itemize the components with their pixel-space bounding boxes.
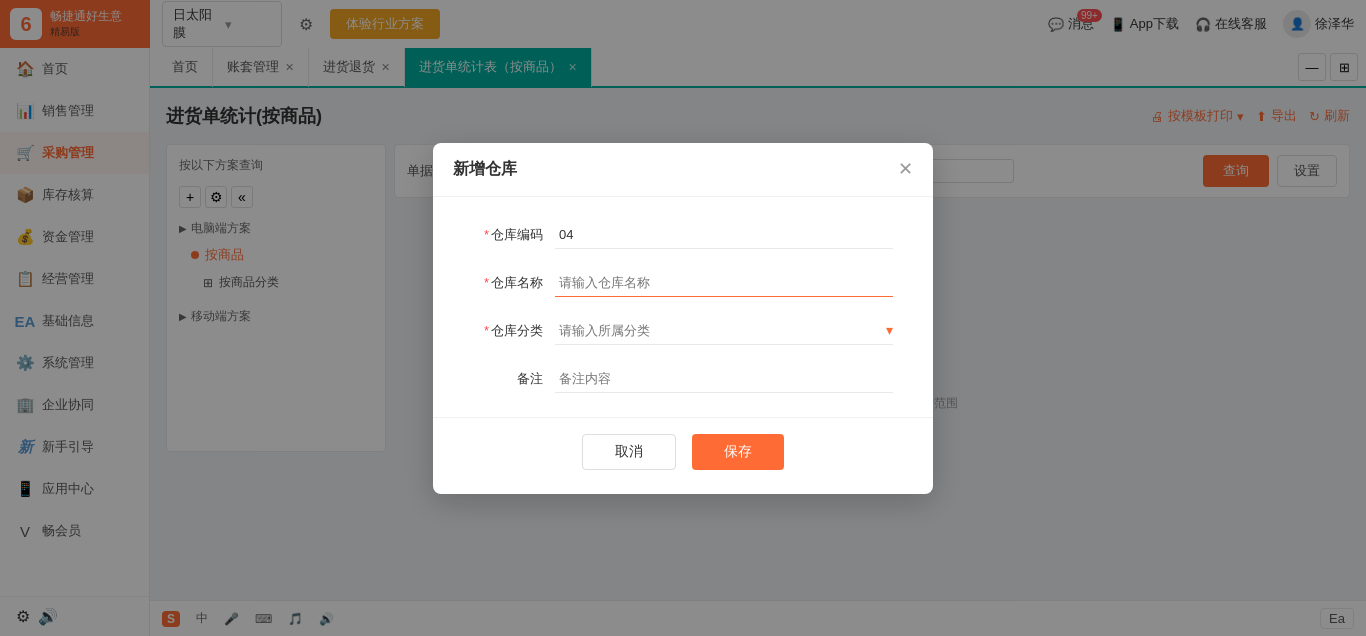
form-label-remark: 备注 [473,370,543,388]
modal-header: 新增仓库 ✕ [433,143,933,197]
form-input-remark[interactable] [555,365,893,393]
form-label-name: 仓库名称 [473,274,543,292]
save-button[interactable]: 保存 [692,434,784,470]
form-select-category[interactable]: ▾ [555,317,893,345]
form-input-category[interactable] [555,317,886,344]
form-label-category: 仓库分类 [473,322,543,340]
dropdown-arrow-icon[interactable]: ▾ [886,322,893,338]
form-input-code[interactable] [555,221,893,249]
modal-close-button[interactable]: ✕ [898,160,913,178]
modal-overlay: 新增仓库 ✕ 仓库编码 仓库名称 仓库分类 ▾ [0,0,1366,636]
modal-add-warehouse: 新增仓库 ✕ 仓库编码 仓库名称 仓库分类 ▾ [433,143,933,494]
form-label-code: 仓库编码 [473,226,543,244]
modal-body: 仓库编码 仓库名称 仓库分类 ▾ 备注 [433,197,933,417]
form-input-name[interactable] [555,269,893,297]
modal-footer: 取消 保存 [433,417,933,494]
cancel-button[interactable]: 取消 [582,434,676,470]
form-row-code: 仓库编码 [473,221,893,249]
form-row-category: 仓库分类 ▾ [473,317,893,345]
modal-title: 新增仓库 [453,159,517,180]
form-row-name: 仓库名称 [473,269,893,297]
form-row-remark: 备注 [473,365,893,393]
